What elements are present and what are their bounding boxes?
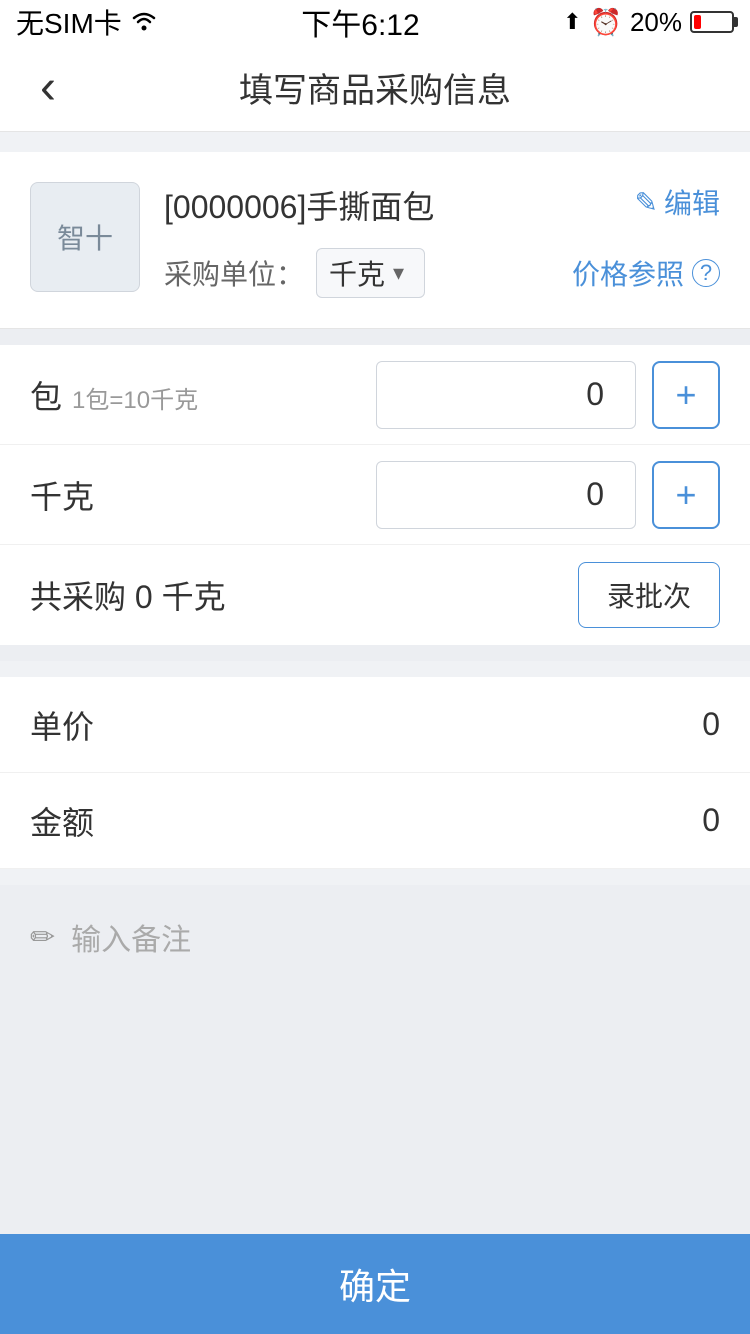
kg-main-label: 千克 [30,472,94,518]
product-logo: 智十 [57,217,113,257]
kg-label-group: 千克 [30,472,230,518]
unit-price-label: 单价 [30,702,94,748]
edit-icon: ✎ [635,186,658,219]
battery-icon [690,11,734,33]
batch-button[interactable]: 录批次 [578,562,720,628]
product-info: [0000006]手撕面包 ✎ 编辑 采购单位： 千克 ▾ 价格参照 ? [164,182,720,298]
amount-label: 金额 [30,798,94,844]
product-image: 智十 [30,182,140,292]
total-row: 共采购 0 千克 录批次 [0,545,750,645]
amount-value: 0 [702,802,720,839]
info-icon: ? [692,259,720,287]
price-section: 单价 0 金额 0 [0,677,750,869]
unit-select-dropdown[interactable]: 千克 ▾ [316,248,425,298]
unit-selector: 采购单位： 千克 ▾ [164,248,425,298]
product-name: [0000006]手撕面包 [164,182,434,228]
page-title: 填写商品采购信息 [239,63,511,112]
plus-icon-2: + [675,474,696,516]
section-divider-2 [0,645,750,661]
location-icon: ⬆ [563,9,581,35]
section-divider-1 [0,329,750,345]
wifi-icon [130,6,158,38]
battery-percent: 20% [630,7,682,38]
unit-label: 采购单位： [164,253,304,293]
input-section: 包 1包=10千克 + 千克 + 共采购 0 千克 录批次 [0,345,750,645]
kg-input-right: + [230,461,720,529]
kg-plus-button[interactable]: + [652,461,720,529]
bag-input-right: + [230,361,720,429]
unit-value: 千克 [329,253,385,293]
battery-fill [694,15,701,29]
note-placeholder-text: 输入备注 [71,915,191,959]
alarm-icon: ⏰ [590,7,622,38]
kg-input-row: 千克 + [0,445,750,545]
bag-sub-label: 1包=10千克 [72,380,198,415]
confirm-button[interactable]: 确定 [0,1234,750,1334]
note-section[interactable]: ✏ 输入备注 [0,885,750,989]
status-time: 下午6:12 [301,0,419,44]
product-header: [0000006]手撕面包 ✎ 编辑 [164,182,720,228]
bag-plus-button[interactable]: + [652,361,720,429]
plus-icon: + [675,374,696,416]
nav-bar: ‹ 填写商品采购信息 [0,44,750,132]
note-pencil-icon: ✏ [30,920,55,955]
bag-quantity-input[interactable] [376,361,636,429]
unit-price-value: 0 [702,706,720,743]
bag-main-label: 包 [30,372,62,418]
back-button[interactable]: ‹ [30,50,66,125]
total-text: 共采购 0 千克 [30,572,226,618]
status-right: ⬆ ⏰ 20% [563,7,734,38]
kg-quantity-input[interactable] [376,461,636,529]
amount-row: 金额 0 [0,773,750,869]
status-left: 无SIM卡 [16,2,158,42]
unit-price-row: 单价 0 [0,677,750,773]
product-card: 智十 [0000006]手撕面包 ✎ 编辑 采购单位： 千克 ▾ 价格参照 ? [0,152,750,329]
status-bar: 无SIM卡 下午6:12 ⬆ ⏰ 20% [0,0,750,44]
product-unit-row: 采购单位： 千克 ▾ 价格参照 ? [164,248,720,298]
bag-label-group: 包 1包=10千克 [30,372,230,418]
bag-input-row: 包 1包=10千克 + [0,345,750,445]
price-reference-button[interactable]: 价格参照 ? [572,253,720,293]
carrier-text: 无SIM卡 [16,2,122,42]
chevron-down-icon: ▾ [393,260,404,286]
edit-button[interactable]: ✎ 编辑 [635,182,720,222]
